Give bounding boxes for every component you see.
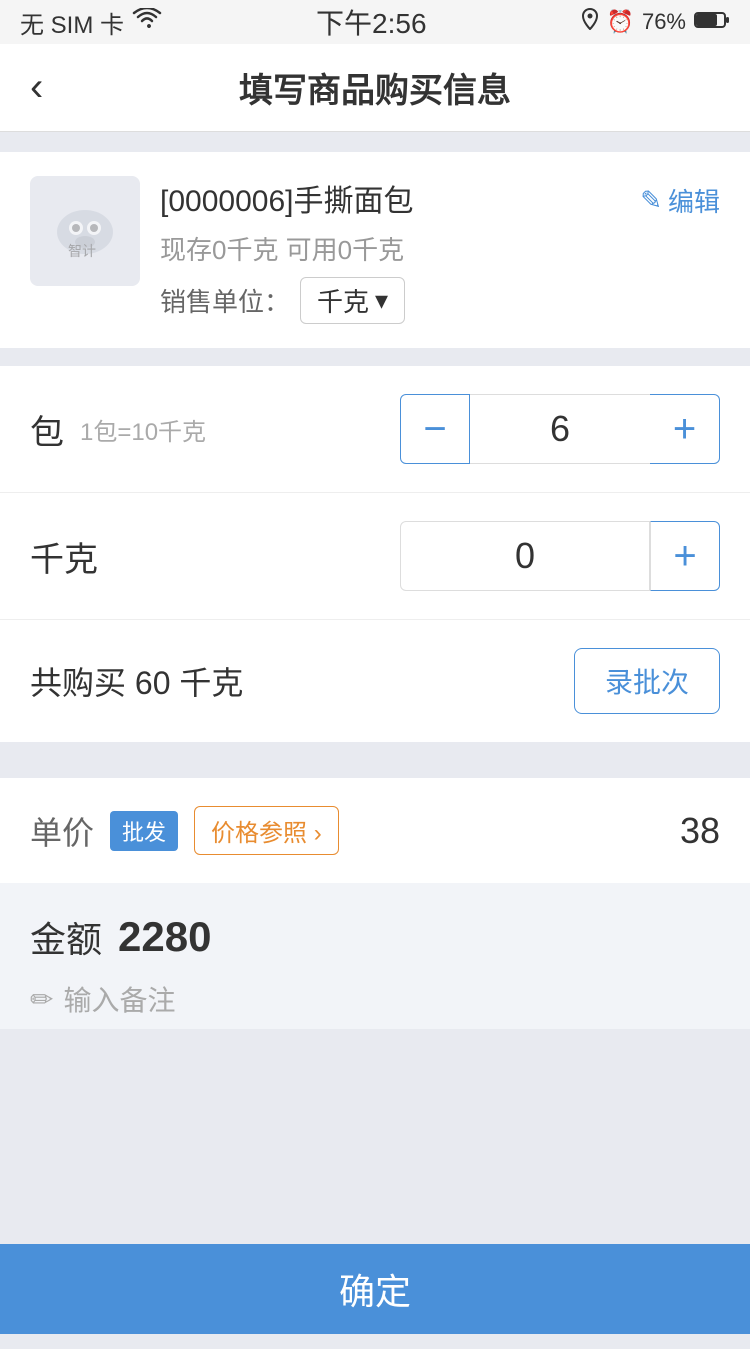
battery-text: 76% [642,9,686,35]
status-bar: 无 SIM 卡 下午2:56 ⏰ 76% [0,0,750,44]
summary-row: 共购买 60 千克 录批次 [0,620,750,742]
price-label: 单价 [30,808,94,854]
amount-label: 金额 [30,911,102,963]
alarm-icon: ⏰ [607,9,634,35]
qianke-controls: + [400,521,720,591]
product-name: [0000006]手撕面包 [160,176,720,220]
section-separator-1 [0,348,750,366]
bao-label-text: 包 [30,405,64,454]
edit-icon: ✎ [640,185,662,216]
back-button[interactable]: ‹ [30,65,43,110]
bao-minus-button[interactable]: − [400,394,470,464]
input-section: 包 1包=10千克 − + 千克 + [0,366,750,620]
price-section: 单价 批发 价格参照 › 38 [0,778,750,883]
amount-section: 金额 2280 ✏ 输入备注 [0,883,750,1029]
svg-text:智计: 智计 [68,243,96,259]
product-unit-row: 销售单位： 千克 ▾ [160,277,720,324]
summary-text: 共购买 60 千克 [30,658,243,704]
status-right: ⏰ 76% [581,8,730,36]
record-batch-button[interactable]: 录批次 [574,648,720,714]
page-title: 填写商品购买信息 [239,63,511,112]
price-value: 38 [680,810,720,852]
note-row[interactable]: ✏ 输入备注 [30,979,720,1019]
status-time: 下午2:56 [316,2,427,42]
nav-bar: ‹ 填写商品购买信息 [0,44,750,132]
product-stock: 现存0千克 可用0千克 [160,230,720,267]
bao-input-row: 包 1包=10千克 − + [0,366,750,493]
battery-icon [694,9,730,35]
unit-value: 千克 [317,282,369,319]
confirm-bar[interactable]: 确定 [0,1244,750,1334]
qianke-input-row: 千克 + [0,493,750,620]
unit-label: 销售单位： [160,282,290,319]
unit-selector[interactable]: 千克 ▾ [300,277,405,324]
status-left: 无 SIM 卡 [20,5,162,40]
note-placeholder: 输入备注 [63,979,175,1019]
bao-plus-button[interactable]: + [650,394,720,464]
amount-value: 2280 [118,913,211,961]
bao-input[interactable] [470,394,650,464]
amount-row: 金额 2280 [30,911,720,963]
chevron-down-icon: ▾ [375,285,388,316]
qianke-plus-button[interactable]: + [650,521,720,591]
section-separator-2 [0,742,750,760]
sim-text: 无 SIM 卡 [20,5,124,40]
edit-label: 编辑 [668,182,720,219]
bao-controls: − + [400,394,720,464]
product-card: 智计 [0000006]手撕面包 现存0千克 可用0千克 销售单位： 千克 ▾ … [0,152,750,348]
qianke-input[interactable] [400,521,650,591]
pencil-icon: ✏ [30,983,53,1016]
product-info: [0000006]手撕面包 现存0千克 可用0千克 销售单位： 千克 ▾ [160,176,720,324]
bao-sublabel: 1包=10千克 [80,412,206,447]
location-icon [581,8,599,36]
qianke-label: 千克 [30,532,400,581]
confirm-button[interactable]: 确定 [339,1263,411,1315]
price-reference-button[interactable]: 价格参照 › [194,806,339,855]
wifi-icon [132,8,162,37]
qianke-label-text: 千克 [30,532,98,581]
bao-label: 包 1包=10千克 [30,405,400,454]
product-thumbnail: 智计 [30,176,140,286]
edit-button[interactable]: ✎ 编辑 [640,182,720,219]
price-type-badge: 批发 [110,811,178,851]
